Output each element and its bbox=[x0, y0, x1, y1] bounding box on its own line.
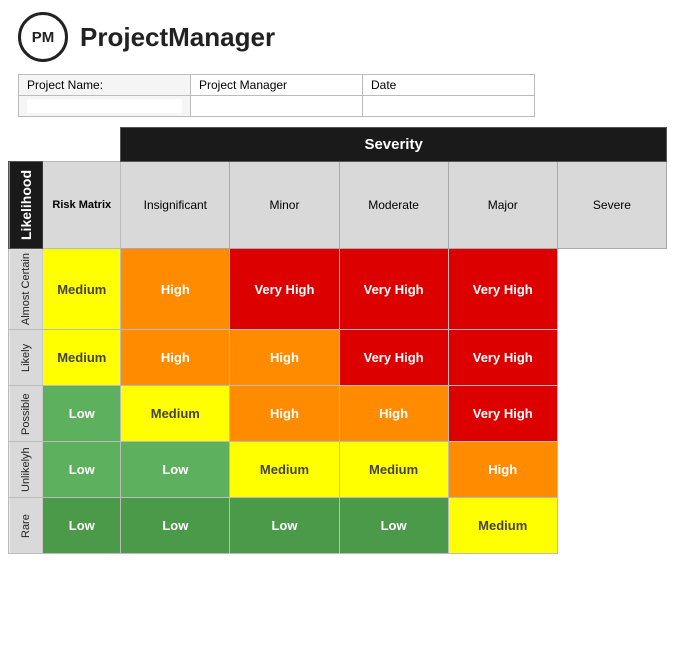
cell-r0-c2: Very High bbox=[230, 249, 339, 330]
cell-r1-c4: Very High bbox=[448, 330, 557, 386]
matrix-row: LikelyMediumHighHighVery HighVery High bbox=[9, 330, 667, 386]
cell-r0-c3: Very High bbox=[339, 249, 448, 330]
cell-r4-c4: Medium bbox=[448, 498, 557, 554]
matrix-row: RareLowLowLowLowMedium bbox=[9, 498, 667, 554]
col-header-major: Major bbox=[448, 162, 557, 249]
cell-r3-c2: Medium bbox=[230, 442, 339, 498]
matrix-container: Severity Likelihood Risk Matrix Insignif… bbox=[8, 127, 667, 554]
cell-r0-c0: Medium bbox=[43, 249, 121, 330]
matrix-row: Almost CertainMediumHighVery HighVery Hi… bbox=[9, 249, 667, 330]
cell-r2-c0: Low bbox=[43, 386, 121, 442]
cell-r4-c2: Low bbox=[230, 498, 339, 554]
likelihood-label-0: Almost Certain bbox=[9, 249, 43, 330]
likelihood-label-4: Rare bbox=[9, 498, 43, 554]
col-header-minor: Minor bbox=[230, 162, 339, 249]
logo: PM bbox=[18, 12, 68, 62]
cell-r4-c0: Low bbox=[43, 498, 121, 554]
cell-r3-c0: Low bbox=[43, 442, 121, 498]
col-header-severe: Severe bbox=[557, 162, 666, 249]
matrix-row: PossibleLowMediumHighHighVery High bbox=[9, 386, 667, 442]
header: PM ProjectManager bbox=[0, 0, 675, 74]
cell-r2-c4: Very High bbox=[448, 386, 557, 442]
cell-r2-c3: High bbox=[339, 386, 448, 442]
corner-cell bbox=[9, 128, 121, 162]
likelihood-label-1: Likely bbox=[9, 330, 43, 386]
severity-header-row: Severity bbox=[9, 128, 667, 162]
cell-r2-c1: Medium bbox=[121, 386, 230, 442]
date-label: Date bbox=[363, 75, 535, 96]
date-input[interactable] bbox=[371, 99, 526, 113]
cell-r4-c1: Low bbox=[121, 498, 230, 554]
risk-matrix-label: Risk Matrix bbox=[43, 195, 120, 215]
matrix-row: UnlikelyhLowLowMediumMediumHigh bbox=[9, 442, 667, 498]
likelihood-label-3: Unlikelyh bbox=[9, 442, 43, 498]
cell-r3-c1: Low bbox=[121, 442, 230, 498]
project-name-label: Project Name: bbox=[19, 75, 191, 96]
cell-r4-c3: Low bbox=[339, 498, 448, 554]
cell-r0-c4: Very High bbox=[448, 249, 557, 330]
project-manager-value[interactable] bbox=[191, 96, 363, 117]
likelihood-label-2: Possible bbox=[9, 386, 43, 442]
risk-matrix-table: Severity Likelihood Risk Matrix Insignif… bbox=[8, 127, 667, 554]
cell-r1-c2: High bbox=[230, 330, 339, 386]
col-header-row: Likelihood Risk Matrix Insignificant Min… bbox=[9, 162, 667, 249]
cell-r0-c1: High bbox=[121, 249, 230, 330]
cell-r3-c3: Medium bbox=[339, 442, 448, 498]
col-header-moderate: Moderate bbox=[339, 162, 448, 249]
project-info-table: Project Name: Project Manager Date bbox=[18, 74, 535, 117]
severity-header: Severity bbox=[121, 128, 667, 162]
project-name-input[interactable] bbox=[27, 99, 182, 113]
col-header-insignificant: Insignificant bbox=[121, 162, 230, 249]
cell-r1-c1: High bbox=[121, 330, 230, 386]
project-manager-input[interactable] bbox=[199, 99, 354, 113]
app-title: ProjectManager bbox=[80, 22, 275, 53]
likelihood-label: Likelihood bbox=[9, 162, 43, 249]
date-value[interactable] bbox=[363, 96, 535, 117]
risk-matrix-corner: Risk Matrix bbox=[43, 162, 121, 249]
cell-r3-c4: High bbox=[448, 442, 557, 498]
project-manager-label: Project Manager bbox=[191, 75, 363, 96]
cell-r1-c3: Very High bbox=[339, 330, 448, 386]
cell-r1-c0: Medium bbox=[43, 330, 121, 386]
project-name-value[interactable] bbox=[19, 96, 191, 117]
cell-r2-c2: High bbox=[230, 386, 339, 442]
